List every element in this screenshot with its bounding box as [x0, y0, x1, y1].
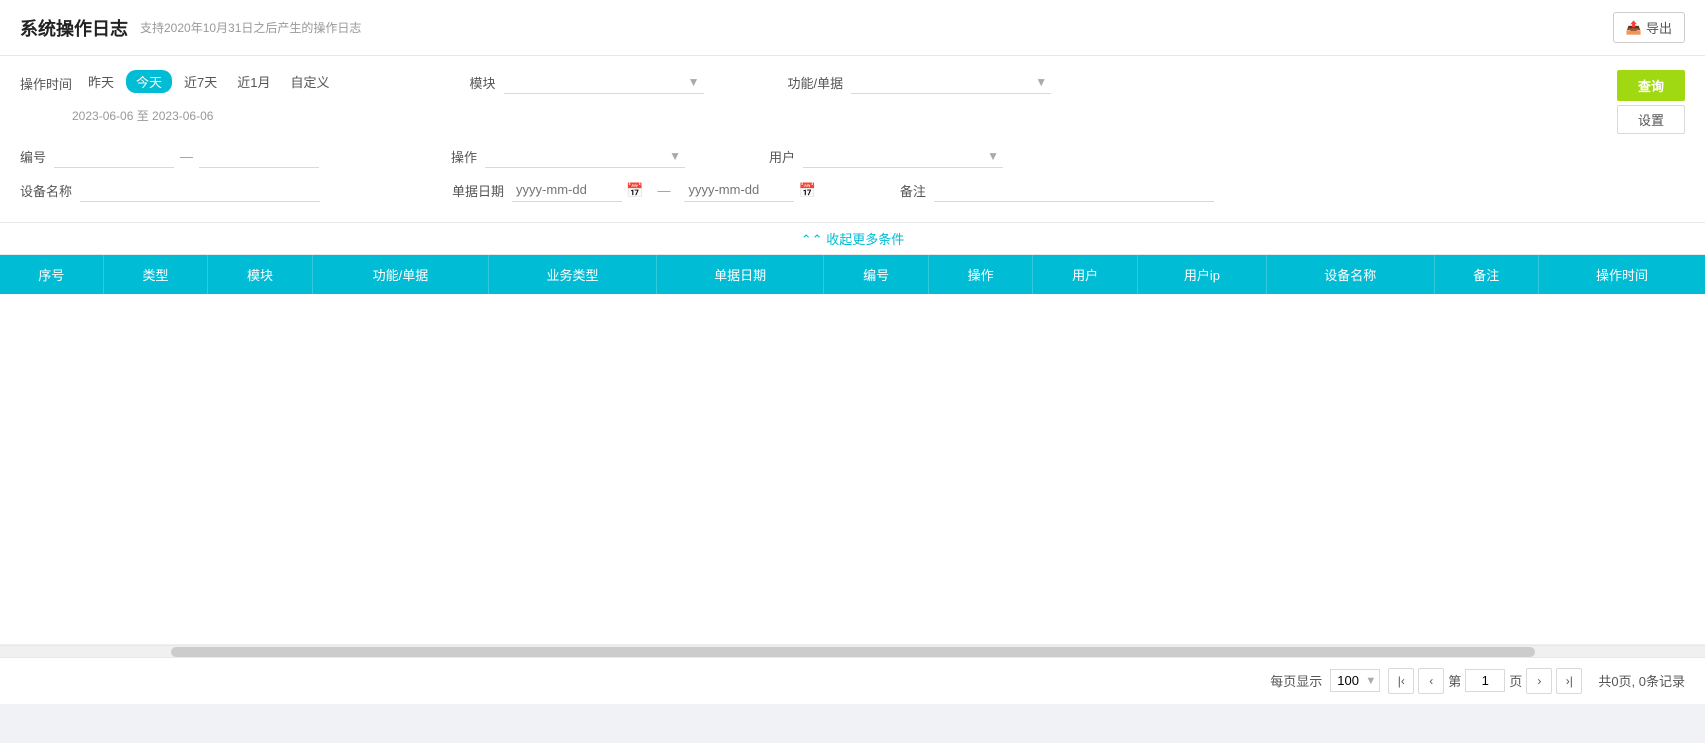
page-subtitle: 支持2020年10月31日之后产生的操作日志	[140, 19, 361, 36]
remark-label: 备注	[900, 181, 926, 200]
col-number: 编号	[824, 255, 928, 294]
total-label: 共0页, 0条记录	[1598, 671, 1685, 690]
collapse-label: 收起更多条件	[826, 232, 904, 247]
table-body	[0, 294, 1705, 644]
action-buttons: 查询 设置	[1617, 70, 1685, 134]
export-button[interactable]: 📤 导出	[1613, 12, 1685, 43]
time-btn-1month[interactable]: 近1月	[229, 70, 278, 93]
prev-page-button[interactable]: ‹	[1418, 668, 1444, 694]
number-label: 编号	[20, 147, 46, 166]
user-label: 用户	[769, 147, 795, 166]
time-btn-custom[interactable]: 自定义	[283, 70, 338, 93]
col-user: 用户	[1033, 255, 1137, 294]
next-page-button[interactable]: ›	[1526, 668, 1552, 694]
operation-select[interactable]	[485, 144, 685, 168]
module-select-wrapper: ▼	[504, 70, 704, 94]
page-title: 系统操作日志	[20, 15, 128, 41]
device-filter-item: 设备名称	[20, 178, 320, 202]
voucher-date-from-wrapper: 📅	[512, 178, 643, 202]
function-label: 功能/单据	[788, 73, 844, 92]
calendar-from-icon[interactable]: 📅	[626, 182, 643, 199]
time-buttons: 昨天 今天 近7天 近1月 自定义	[80, 70, 338, 93]
page-unit: 页	[1509, 671, 1522, 690]
number-range: —	[54, 144, 319, 168]
query-button[interactable]: 查询	[1617, 70, 1685, 101]
page-number-input[interactable]	[1465, 669, 1505, 692]
voucher-date-from-input[interactable]	[512, 178, 622, 202]
table-header-row: 序号 类型 模块 功能/单据 业务类型 单据日期 编号 操作 用户 用户ip 设…	[0, 255, 1705, 294]
user-filter-item: 用户 ▼	[769, 144, 1003, 168]
col-op-time: 操作时间	[1539, 255, 1705, 294]
per-page-wrapper: 100 50 200 ▼	[1330, 669, 1380, 692]
page-label: 第	[1448, 671, 1461, 690]
voucher-date-to-input[interactable]	[684, 178, 794, 202]
voucher-date-to-wrapper: 📅	[684, 178, 815, 202]
voucher-date-sep: —	[657, 183, 670, 198]
first-page-button[interactable]: |‹	[1388, 668, 1414, 694]
col-user-ip: 用户ip	[1137, 255, 1266, 294]
time-btn-yesterday[interactable]: 昨天	[80, 70, 122, 93]
number-to-input[interactable]	[199, 144, 319, 168]
time-btn-today[interactable]: 今天	[126, 70, 172, 93]
number-from-input[interactable]	[54, 144, 174, 168]
function-select-wrapper: ▼	[851, 70, 1051, 94]
empty-row	[0, 294, 1705, 644]
module-label: 模块	[470, 73, 496, 92]
col-remark: 备注	[1434, 255, 1538, 294]
scroll-thumb[interactable]	[171, 647, 1535, 657]
operation-select-wrapper: ▼	[485, 144, 685, 168]
filter-area: 操作时间 昨天 今天 近7天 近1月 自定义 2023-06-06 至 2023…	[0, 56, 1705, 223]
module-filter-item: 模块 ▼	[470, 70, 704, 94]
function-filter-item: 功能/单据 ▼	[788, 70, 1052, 94]
data-table: 序号 类型 模块 功能/单据 业务类型 单据日期 编号 操作 用户 用户ip 设…	[0, 255, 1705, 645]
col-operation: 操作	[928, 255, 1032, 294]
remark-filter-item: 备注	[900, 178, 1214, 202]
col-biz-type: 业务类型	[489, 255, 657, 294]
function-select[interactable]	[851, 70, 1051, 94]
operation-filter-item: 操作 ▼	[451, 144, 685, 168]
voucher-date-label: 单据日期	[452, 181, 504, 200]
col-voucher-date: 单据日期	[656, 255, 824, 294]
pagination-bar: 每页显示 100 50 200 ▼ |‹ ‹ 第 页 › ›| 共0页, 0条记…	[0, 657, 1705, 704]
calendar-to-icon[interactable]: 📅	[798, 182, 815, 199]
settings-button[interactable]: 设置	[1617, 105, 1685, 134]
per-page-select[interactable]: 100 50 200	[1330, 669, 1380, 692]
voucher-date-filter-item: 单据日期 📅 — 📅	[452, 178, 816, 202]
filter-row-3: 设备名称 单据日期 📅 — 📅 备注	[20, 178, 1685, 202]
col-function: 功能/单据	[312, 255, 488, 294]
col-type: 类型	[103, 255, 207, 294]
device-label: 设备名称	[20, 181, 72, 200]
per-page-label: 每页显示	[1270, 671, 1322, 690]
remark-input[interactable]	[934, 178, 1214, 202]
page-navigation: |‹ ‹ 第 页 › ›|	[1388, 668, 1582, 694]
number-range-sep: —	[180, 149, 193, 164]
collapse-bar[interactable]: ⌃⌃ 收起更多条件	[0, 223, 1705, 255]
table-header: 序号 类型 模块 功能/单据 业务类型 单据日期 编号 操作 用户 用户ip 设…	[0, 255, 1705, 294]
col-module: 模块	[208, 255, 312, 294]
number-filter-item: 编号 —	[20, 144, 319, 168]
module-select[interactable]	[504, 70, 704, 94]
last-page-button[interactable]: ›|	[1556, 668, 1582, 694]
page-header: 系统操作日志 支持2020年10月31日之后产生的操作日志 📤 导出	[0, 0, 1705, 56]
time-btn-7days[interactable]: 近7天	[176, 70, 225, 93]
empty-area	[0, 294, 1705, 644]
device-input[interactable]	[80, 178, 320, 202]
col-index: 序号	[0, 255, 103, 294]
user-select-wrapper: ▼	[803, 144, 1003, 168]
collapse-icon: ⌃⌃	[801, 232, 823, 247]
horizontal-scroll-bar[interactable]	[0, 645, 1705, 657]
operation-label: 操作	[451, 147, 477, 166]
export-icon: 📤	[1626, 20, 1642, 36]
col-device: 设备名称	[1266, 255, 1434, 294]
filter-row-1: 操作时间 昨天 今天 近7天 近1月 自定义 2023-06-06 至 2023…	[20, 70, 1685, 134]
table-area: 序号 类型 模块 功能/单据 业务类型 单据日期 编号 操作 用户 用户ip 设…	[0, 255, 1705, 645]
time-range-display: 2023-06-06 至 2023-06-06	[72, 107, 213, 124]
time-filter-label: 操作时间	[20, 74, 72, 93]
filter-row-2: 编号 — 操作 ▼ 用户 ▼	[20, 144, 1685, 168]
user-select[interactable]	[803, 144, 1003, 168]
time-filter-item: 操作时间 昨天 今天 近7天 近1月 自定义 2023-06-06 至 2023…	[20, 70, 338, 124]
